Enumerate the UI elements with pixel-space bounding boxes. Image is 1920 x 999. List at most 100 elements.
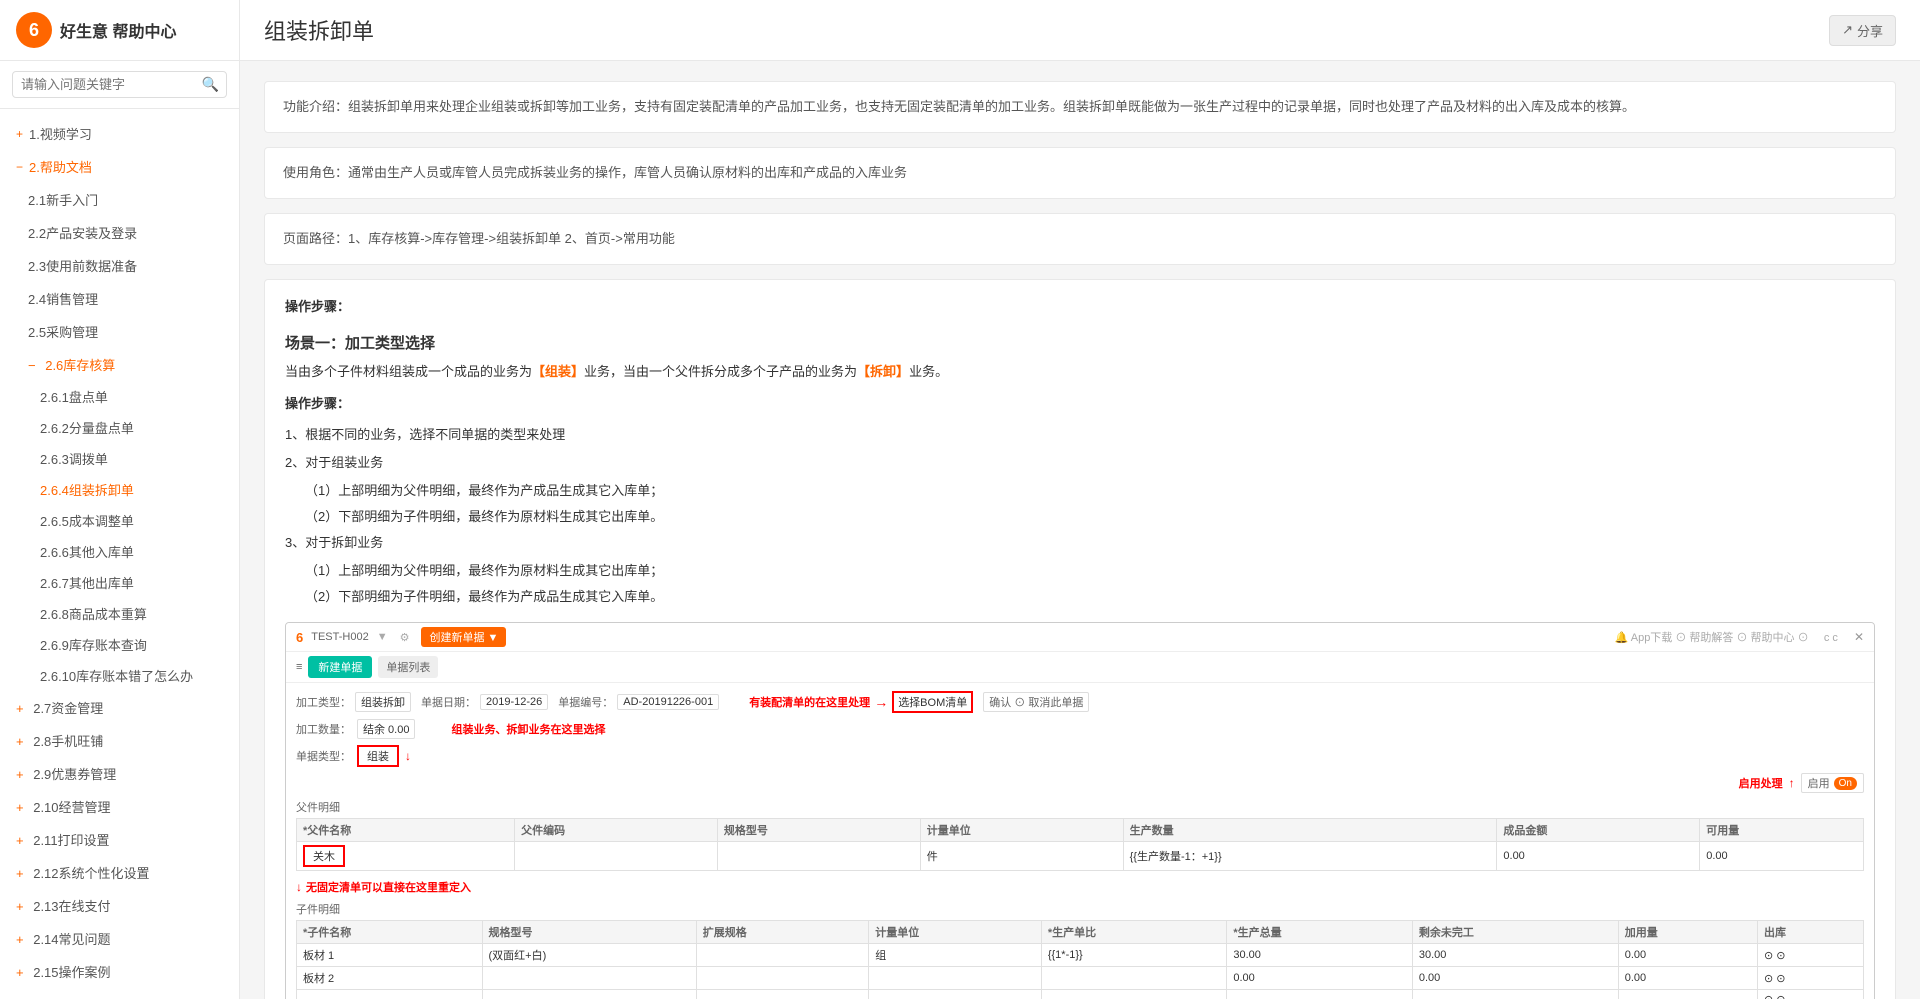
app-logo: 6 <box>296 630 303 645</box>
annotation-1-area: 有装配清单的在这里处理 → 选择BOM清单 <box>749 691 973 713</box>
sidebar-item-print[interactable]: + 2.11打印设置 <box>0 823 239 856</box>
type-selector-row: 单据类型： 组装 ↓ <box>296 745 1864 767</box>
search-box-container: 🔍 <box>0 61 239 109</box>
up-arrow-icon: ↑ <box>1789 776 1795 790</box>
sidebar-item-cases[interactable]: + 2.15操作案例 <box>0 955 239 988</box>
bom-select-btn: 选择BOM清单 <box>892 691 973 713</box>
collapse-icon: − <box>16 160 23 174</box>
step2-sublist: （1）上部明细为父件明细，最终作为产成品生成其它入库单； （2）下部明细为子件明… <box>285 480 1875 528</box>
form-field-no: 单据编号： AD-20191226-001 <box>558 694 719 710</box>
sidebar-item-purchase[interactable]: 2.5采购管理 <box>0 315 239 348</box>
upper-table-row-1: 关木 件 {{生产数量-1：+1}} 0.00 0.00 <box>297 842 1864 871</box>
step1: 1、根据不同的业务，选择不同单据的类型来处理 <box>285 424 1875 446</box>
on-badge: On <box>1834 777 1857 790</box>
upper-table: *父件名称 父件编码 规格型号 计量单位 生产数量 成品金额 可用量 <box>296 818 1864 871</box>
sidebar-item-inv-6-4[interactable]: 2.6.4组装拆卸单 <box>0 474 239 505</box>
sidebar-item-inv-6-7[interactable]: 2.6.7其他出库单 <box>0 567 239 598</box>
annotation3-text: 启用处理 <box>1739 775 1783 791</box>
step3-2: （2）下部明细为子件明细，最终作为产成品生成其它入库单。 <box>305 586 1875 608</box>
step3: 3、对于拆卸业务 <box>285 532 1875 554</box>
sidebar-item-online-pay[interactable]: + 2.13在线支付 <box>0 889 239 922</box>
annotation-4-area: ↓ 无固定清单可以直接在这里重定入 <box>296 879 1864 895</box>
sidebar: 6 好生意 帮助中心 🔍 + 1.视频学习 − 2.帮助文档 2.1新手入门 2… <box>0 0 240 999</box>
form-field-type: 加工类型： 组装拆卸 <box>296 692 411 712</box>
share-button[interactable]: ↗ 分享 <box>1829 15 1896 46</box>
step2: 2、对于组装业务 <box>285 452 1875 474</box>
form-row-2: 加工数量： 结余 0.00 组装业务、拆卸业务在这里选择 <box>296 719 1864 739</box>
logo-icon: 6 <box>16 12 52 48</box>
role-block: 使用角色：通常由生产人员或库管人员完成拆装业务的操作，库管人员确认原材料的出库和… <box>264 147 1896 199</box>
enable-toggle: 启用 On <box>1801 773 1864 793</box>
left-arrow-icon: ↓ <box>296 880 302 894</box>
step3-1: （1）上部明细为父件明细，最终作为原材料生成其它出库单； <box>305 560 1875 582</box>
step3-sublist: （1）上部明细为父件明细，最终作为原材料生成其它出库单； （2）下部明细为子件明… <box>285 560 1875 608</box>
lower-table-header: *子件名称 规格型号 扩展规格 计量单位 *生产单比 *生产总量 剩余未完工 加… <box>297 921 1864 944</box>
annotation4-text: 无固定清单可以直接在这里重定入 <box>306 879 471 895</box>
test-id: TEST-H002 <box>311 631 368 643</box>
sidebar-item-install[interactable]: 2.2产品安装及登录 <box>0 216 239 249</box>
content-area: 功能介绍：组装拆卸单用来处理企业组装或拆卸等加工业务，支持有固定装配清单的产品加… <box>240 61 1920 999</box>
sidebar-item-coupon[interactable]: + 2.9优惠券管理 <box>0 757 239 790</box>
screenshot-topbar: 6 TEST-H002 ▼ ⚙ 创建新单据 ▼ 🔔 App下载 ⊙ 帮助解答 ⊙… <box>286 623 1874 652</box>
upper-table-title: 父件明细 <box>296 799 1864 815</box>
sidebar-item-inventory[interactable]: − 2.6库存核算 <box>0 348 239 381</box>
step2-1: （1）上部明细为父件明细，最终作为产成品生成其它入库单； <box>305 480 1875 502</box>
sidebar-item-inv-6-5[interactable]: 2.6.5成本调整单 <box>0 505 239 536</box>
sidebar-item-inv-6-10[interactable]: 2.6.10库存账本错了怎么办 <box>0 660 239 691</box>
sidebar-item-videos[interactable]: + 1.视频学习 <box>0 117 239 150</box>
main-content: 组装拆卸单 ↗ 分享 功能介绍：组装拆卸单用来处理企业组装或拆卸等加工业务，支持… <box>240 0 1920 999</box>
sidebar-item-faq[interactable]: + 2.14常见问题 <box>0 922 239 955</box>
share-icon: ↗ <box>1842 22 1853 38</box>
sidebar-item-inv-6-6[interactable]: 2.6.6其他入库单 <box>0 536 239 567</box>
logo-text: 好生意 帮助中心 <box>60 18 176 42</box>
scenario1-title: 场景一：加工类型选择 <box>285 332 1875 353</box>
sidebar-item-ops[interactable]: + 2.10经营管理 <box>0 790 239 823</box>
screenshot-container: 6 TEST-H002 ▼ ⚙ 创建新单据 ▼ 🔔 App下载 ⊙ 帮助解答 ⊙… <box>285 622 1875 999</box>
lower-row-1: 板材 1 (双面红+白) 组 {{1*-1}} 30.00 30.00 0.00… <box>297 944 1864 967</box>
steps-list: 1、根据不同的业务，选择不同单据的类型来处理 2、对于组装业务 （1）上部明细为… <box>285 424 1875 609</box>
sidebar-item-mobile[interactable]: + 2.8手机旺铺 <box>0 724 239 757</box>
sidebar-header: 6 好生意 帮助中心 <box>0 0 239 61</box>
sidebar-item-inv-6-8[interactable]: 2.6.8商品成本重算 <box>0 598 239 629</box>
sidebar-item-new-user[interactable]: 2.1新手入门 <box>0 183 239 216</box>
sidebar-item-personalize[interactable]: + 2.12系统个性化设置 <box>0 856 239 889</box>
annotation1-text: 有装配清单的在这里处理 <box>749 694 870 710</box>
top-icons: 🔔 App下载 ⊙ 帮助解答 ⊙ 帮助中心 ⊙ c c <box>1615 629 1838 645</box>
path-block: 页面路径：1、库存核算->库存管理->组装拆卸单 2、首页->常用功能 <box>264 213 1896 265</box>
new-order-btn: 创建新单据 ▼ <box>421 627 506 647</box>
sidebar-item-inv-6-3[interactable]: 2.6.3调拨单 <box>0 443 239 474</box>
nav-list: + 1.视频学习 − 2.帮助文档 2.1新手入门 2.2产品安装及登录 2.3… <box>0 109 239 999</box>
steps-label-2: 操作步骤： <box>285 393 1875 415</box>
search-input[interactable] <box>12 71 227 98</box>
active-tab: 新建单据 <box>308 656 372 678</box>
steps-title: 操作步骤： <box>285 296 1875 318</box>
intro-block: 功能介绍：组装拆卸单用来处理企业组装或拆卸等加工业务，支持有固定装配清单的产品加… <box>264 81 1896 133</box>
sidebar-item-inv-6-2[interactable]: 2.6.2分量盘点单 <box>0 412 239 443</box>
sidebar-item-data-prep[interactable]: 2.3使用前数据准备 <box>0 249 239 282</box>
sidebar-item-sales[interactable]: 2.4销售管理 <box>0 282 239 315</box>
lower-table: *子件名称 规格型号 扩展规格 计量单位 *生产单比 *生产总量 剩余未完工 加… <box>296 920 1864 999</box>
sidebar-item-inv-6-9[interactable]: 2.6.9库存账本查询 <box>0 629 239 660</box>
lower-table-title: 子件明细 <box>296 901 1864 917</box>
lower-row-3: ⊙ ⊙ <box>297 990 1864 999</box>
down-arrow-icon: ↓ <box>405 749 411 763</box>
upper-table-header: *父件名称 父件编码 规格型号 计量单位 生产数量 成品金额 可用量 <box>297 819 1864 842</box>
close-icon: ✕ <box>1854 630 1864 644</box>
screenshot-form: 加工类型： 组装拆卸 单据日期： 2019-12-26 单据编号： AD-201… <box>286 683 1874 999</box>
annotation2-text: 组装业务、拆卸业务在这里选择 <box>451 721 605 737</box>
btn-confirm: 确认 ⊙ 取消此单据 <box>983 692 1089 712</box>
expand-icon: + <box>16 127 23 141</box>
sidebar-item-inv-6-1[interactable]: 2.6.1盘点单 <box>0 381 239 412</box>
main-header: 组装拆卸单 ↗ 分享 <box>240 0 1920 61</box>
search-icon[interactable]: 🔍 <box>202 76 219 93</box>
lower-row-2: 板材 2 0.00 0.00 0.00 ⊙ ⊙ <box>297 967 1864 990</box>
page-title: 组装拆卸单 <box>264 14 374 46</box>
sidebar-item-fund[interactable]: + 2.7资金管理 <box>0 691 239 724</box>
step2-2: （2）下部明细为子件明细，最终作为原材料生成其它出库单。 <box>305 506 1875 528</box>
screenshot-navbar: ≡ 新建单据 单据列表 <box>286 652 1874 683</box>
settings-icon: ⚙ <box>400 631 410 644</box>
steps-section: 操作步骤： 场景一：加工类型选择 当由多个子件材料组装成一个成品的业务为【组装】… <box>264 279 1896 999</box>
sidebar-item-docs[interactable]: − 2.帮助文档 <box>0 150 239 183</box>
annotation-3-area: 启用处理 ↑ 启用 On <box>296 773 1864 793</box>
type-selector-red-box: 组装 <box>357 745 399 767</box>
